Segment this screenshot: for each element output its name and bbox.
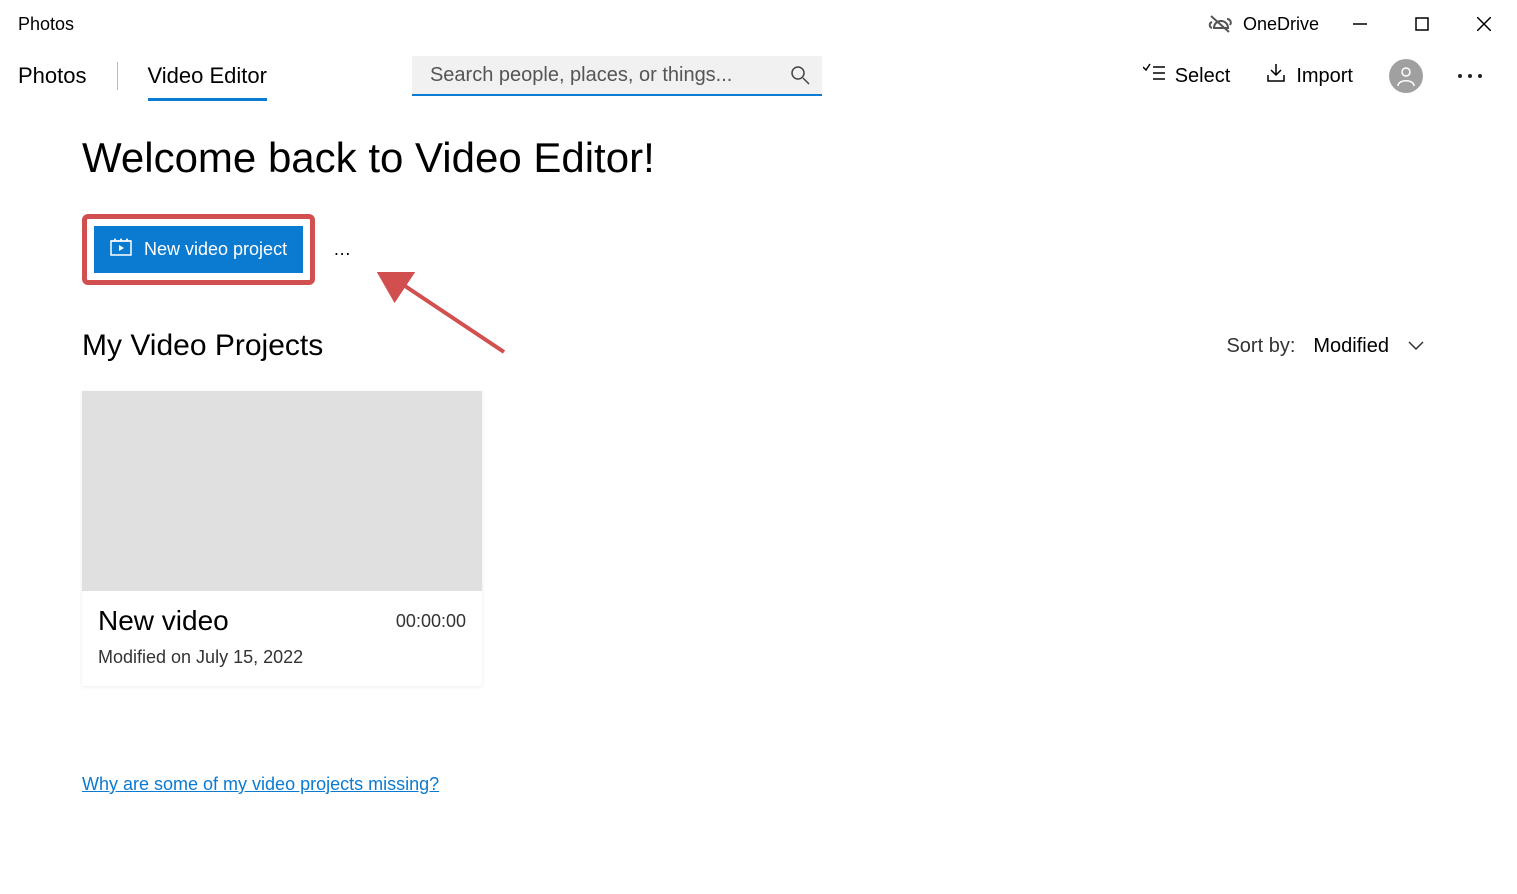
more-button[interactable] — [1453, 72, 1487, 80]
project-card[interactable]: New video 00:00:00 Modified on July 15, … — [82, 391, 482, 686]
checklist-icon — [1143, 63, 1165, 89]
avatar[interactable] — [1389, 59, 1423, 93]
search-icon[interactable] — [778, 65, 822, 85]
import-label: Import — [1296, 65, 1353, 88]
select-label: Select — [1175, 65, 1231, 88]
project-thumbnail — [82, 391, 482, 591]
projects-header: My Video Projects Sort by: Modified — [82, 329, 1435, 363]
title-bar: Photos OneDrive — [0, 0, 1517, 48]
import-icon — [1266, 63, 1286, 89]
nav-divider — [117, 62, 118, 90]
sort-dropdown[interactable]: Sort by: Modified — [1226, 335, 1425, 358]
close-button[interactable] — [1453, 0, 1515, 48]
sort-value: Modified — [1313, 335, 1389, 358]
project-modified: Modified on July 15, 2022 — [98, 647, 466, 668]
onedrive-label: OneDrive — [1243, 14, 1319, 35]
new-project-row: New video project … — [82, 214, 1435, 285]
project-info: New video 00:00:00 Modified on July 15, … — [82, 591, 482, 686]
new-video-project-button[interactable]: New video project — [94, 226, 303, 273]
select-button[interactable]: Select — [1143, 63, 1231, 89]
annotation-highlight: New video project — [82, 214, 315, 285]
maximize-button[interactable] — [1391, 0, 1453, 48]
app-title: Photos — [18, 14, 74, 35]
video-project-icon — [110, 238, 132, 261]
chevron-down-icon — [1407, 335, 1425, 358]
onedrive-button[interactable]: OneDrive — [1207, 14, 1319, 35]
project-duration: 00:00:00 — [396, 611, 466, 632]
minimize-button[interactable] — [1329, 0, 1391, 48]
content: Welcome back to Video Editor! New video … — [0, 104, 1517, 795]
search-input[interactable] — [412, 64, 778, 87]
new-project-more-button[interactable]: … — [333, 239, 355, 260]
missing-projects-link[interactable]: Why are some of my video projects missin… — [82, 774, 439, 795]
search-box[interactable] — [412, 56, 822, 96]
import-button[interactable]: Import — [1266, 63, 1353, 89]
nav-row: Photos Video Editor Select Import — [0, 48, 1517, 104]
tab-photos[interactable]: Photos — [18, 55, 87, 97]
projects-title: My Video Projects — [82, 329, 323, 363]
project-title: New video — [98, 605, 229, 637]
tab-video-editor[interactable]: Video Editor — [148, 55, 267, 97]
sort-label: Sort by: — [1226, 335, 1295, 358]
projects-section: My Video Projects Sort by: Modified New … — [82, 329, 1435, 686]
new-video-project-label: New video project — [144, 239, 287, 260]
page-title: Welcome back to Video Editor! — [82, 134, 1435, 182]
cloud-disabled-icon — [1207, 14, 1233, 34]
